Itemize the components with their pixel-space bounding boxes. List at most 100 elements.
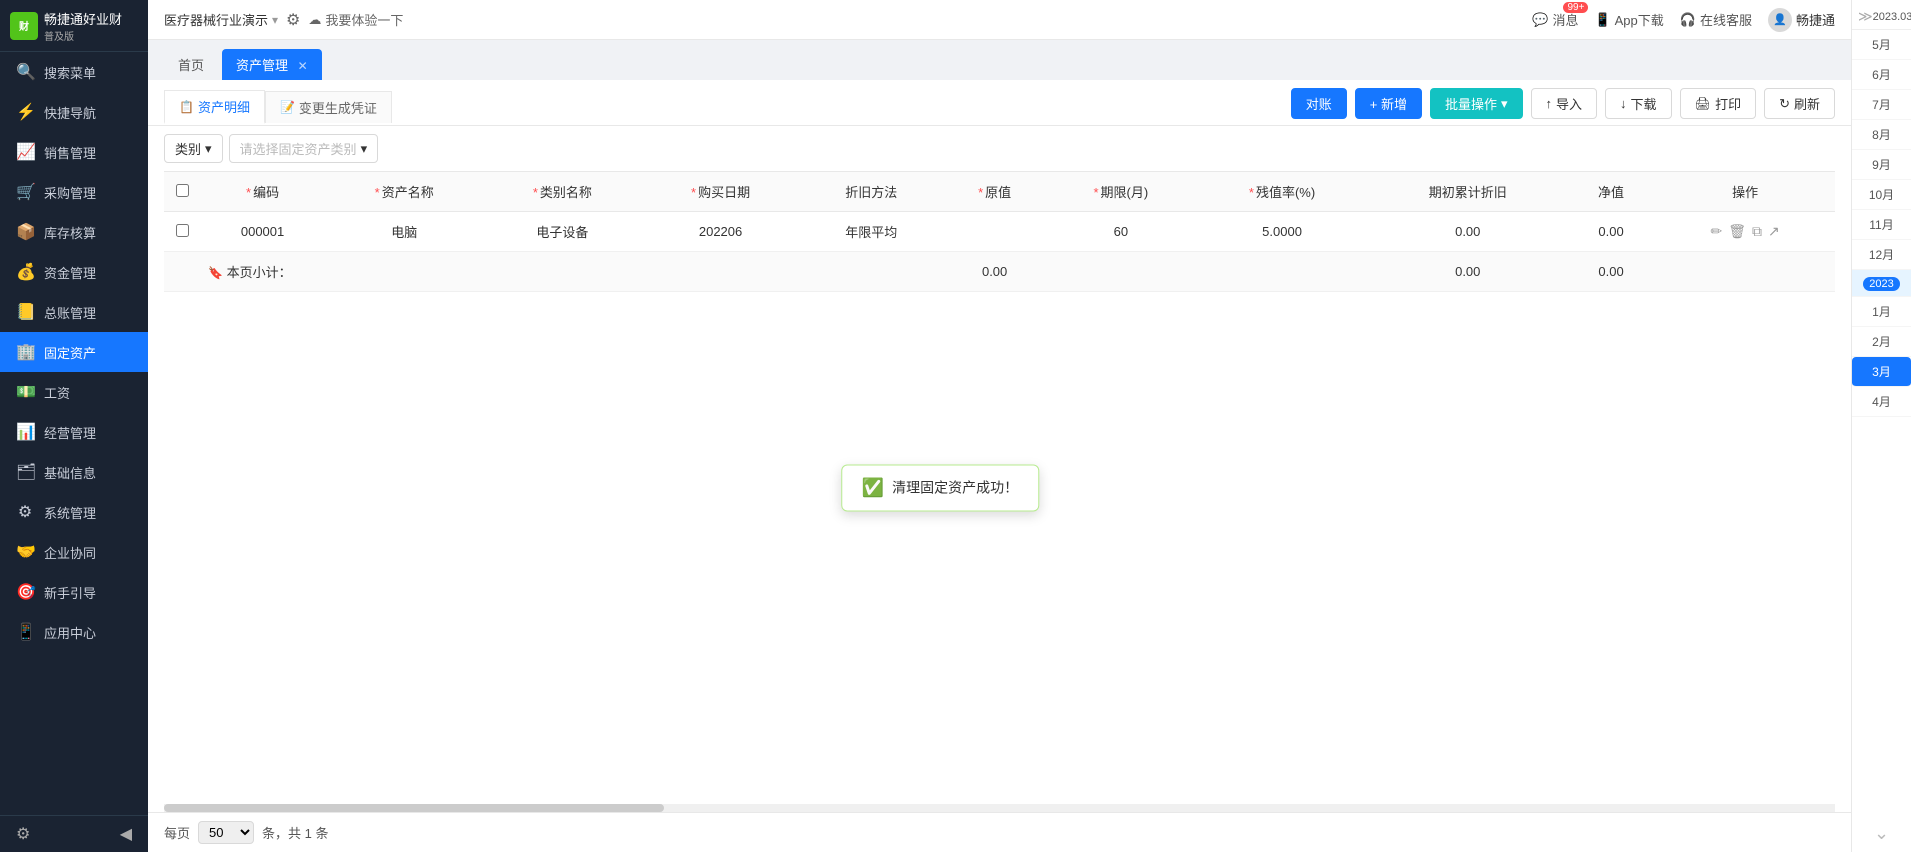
tab-assets[interactable]: 资产管理 ✕	[222, 49, 322, 80]
sidebar-item-operations[interactable]: 📊 经营管理	[0, 412, 148, 452]
col-dep-method: 折旧方法	[800, 172, 943, 212]
purchase-icon: 🛒	[16, 182, 34, 202]
user-menu[interactable]: 👤 畅捷通	[1768, 8, 1835, 32]
collapse-icon[interactable]: ◀	[120, 824, 132, 844]
delete-icon[interactable]: 🗑	[1728, 223, 1746, 240]
subtotal-row: 🔖 本页小计： 0.00 0.00 0.00	[164, 252, 1835, 292]
app-download-btn[interactable]: 📱 App下载	[1594, 10, 1663, 29]
sidebar-item-sales[interactable]: 📈 销售管理	[0, 132, 148, 172]
customer-service-btn[interactable]: 🎧 在线客服	[1680, 10, 1752, 29]
rp-month-11[interactable]: 11月	[1852, 210, 1911, 240]
rp-month-5[interactable]: 5月	[1852, 30, 1911, 60]
company-dropdown-icon[interactable]: ▾	[272, 13, 278, 27]
sidebar-item-quicknav[interactable]: ⚡ 快捷导航	[0, 92, 148, 132]
batch-btn[interactable]: 批量操作 ▾	[1430, 88, 1523, 119]
sidebar-item-label: 固定资产	[44, 343, 96, 362]
download-icon: ↓	[1620, 96, 1627, 111]
topbar-settings-icon[interactable]: ⚙	[286, 10, 300, 30]
rp-month-3[interactable]: 3月	[1852, 357, 1911, 387]
rp-year-marker[interactable]: 2023	[1852, 270, 1911, 297]
sidebar-item-ledger[interactable]: 📒 总账管理	[0, 292, 148, 332]
col-purchase-date: *购买日期	[641, 172, 799, 212]
cell-initial-accumulated: 0.00	[1369, 212, 1567, 252]
sidebar-nav: 🔍 搜索菜单 ⚡ 快捷导航 📈 销售管理 🛒 采购管理 📦 库存核算 💰 资金管…	[0, 52, 148, 815]
select-all-checkbox[interactable]	[176, 184, 189, 197]
toast-success-icon: ✅	[862, 477, 884, 498]
rp-month-2[interactable]: 2月	[1852, 327, 1911, 357]
sidebar-item-label: 销售管理	[44, 143, 96, 162]
right-panel: ≫ 2023.03 ✕ 5月 6月 7月 8月 9月 10月 11月 12月 2…	[1851, 0, 1911, 852]
rp-month-4[interactable]: 4月	[1852, 387, 1911, 417]
subtotal-original: 0.00	[943, 252, 1046, 292]
company-name[interactable]: 医疗器械行业演示 ▾	[164, 10, 278, 29]
category-filter: 类别 ▾ 请选择固定资产类别 ▾	[164, 134, 378, 163]
cell-actions: ✏ 🗑 ⧉ ↗	[1655, 212, 1835, 252]
rp-month-10[interactable]: 10月	[1852, 180, 1911, 210]
refresh-icon: ↻	[1779, 96, 1790, 112]
topbar-right: 💬 消息 99+ 📱 App下载 🎧 在线客服 👤 畅捷通	[1532, 8, 1835, 32]
rp-scroll-down-icon[interactable]: ⌄	[1852, 815, 1911, 852]
sidebar-item-assets[interactable]: 🏢 固定资产	[0, 332, 148, 372]
row-checkbox[interactable]	[176, 224, 189, 237]
message-badge: 99+	[1563, 2, 1588, 13]
topbar-left: 医疗器械行业演示 ▾ ⚙ ☁ 我要体验一下	[164, 10, 403, 30]
rp-month-9[interactable]: 9月	[1852, 150, 1911, 180]
new-btn[interactable]: + 新增	[1355, 88, 1422, 119]
scrollbar-thumb[interactable]	[164, 804, 664, 812]
sidebar-item-apps[interactable]: 📱 应用中心	[0, 612, 148, 652]
sidebar-item-guide[interactable]: 🎯 新手引导	[0, 572, 148, 612]
per-page-label: 每页	[164, 823, 190, 842]
col-residual-rate: *残值率(%)	[1195, 172, 1368, 212]
import-btn[interactable]: ↑ 导入	[1531, 88, 1598, 119]
doc-icon: 📝	[280, 100, 295, 114]
download-btn[interactable]: ↓ 下载	[1605, 88, 1672, 119]
sidebar-item-label: 资金管理	[44, 263, 96, 282]
rp-month-1[interactable]: 1月	[1852, 297, 1911, 327]
category-select[interactable]: 类别 ▾	[164, 134, 223, 163]
message-btn[interactable]: 💬 消息 99+	[1532, 10, 1578, 29]
subtab-change-voucher[interactable]: 📝 变更生成凭证	[265, 91, 392, 123]
col-name: *资产名称	[325, 172, 483, 212]
tab-close-icon[interactable]: ✕	[298, 59, 308, 73]
refresh-btn[interactable]: ↻ 刷新	[1764, 88, 1835, 119]
logo-sub: 普及版	[44, 28, 122, 43]
print-btn[interactable]: 🖨 打印	[1680, 88, 1757, 119]
sidebar-item-capital[interactable]: 💰 资金管理	[0, 252, 148, 292]
copy-icon[interactable]: ⧉	[1752, 223, 1762, 240]
cell-period: 60	[1046, 212, 1195, 252]
search-icon: 🔍	[16, 62, 34, 82]
rp-month-8[interactable]: 8月	[1852, 120, 1911, 150]
rp-month-12[interactable]: 12月	[1852, 240, 1911, 270]
logo-text: 畅捷通好业财	[44, 9, 122, 28]
table-footer: 每页 50 10 20 100 条，共 1 条	[148, 812, 1851, 852]
sidebar-item-purchase[interactable]: 🛒 采购管理	[0, 172, 148, 212]
rp-month-7[interactable]: 7月	[1852, 90, 1911, 120]
guide-icon: 🎯	[16, 582, 34, 602]
table-wrap: *编码 *资产名称 *类别名称 *购买日期 折旧方法 *原值 *期限(月) *残…	[148, 171, 1851, 804]
horizontal-scrollbar[interactable]	[164, 804, 1835, 812]
account-btn[interactable]: 对账	[1291, 88, 1347, 119]
subtotal-initial: 0.00	[1369, 252, 1567, 292]
action-buttons: ✏ 🗑 ⧉ ↗	[1663, 223, 1827, 240]
chevron-down-icon-2: ▾	[361, 141, 368, 157]
experience-btn[interactable]: ☁ 我要体验一下	[308, 10, 403, 29]
settings-icon[interactable]: ⚙	[16, 824, 30, 844]
rp-month-6[interactable]: 6月	[1852, 60, 1911, 90]
subtab-assets-detail[interactable]: 📋 资产明细	[164, 90, 265, 124]
system-icon: ⚙	[16, 502, 34, 522]
per-page-select[interactable]: 50 10 20 100	[198, 821, 254, 844]
category-value-select[interactable]: 请选择固定资产类别 ▾	[229, 134, 379, 163]
sidebar-item-search[interactable]: 🔍 搜索菜单	[0, 52, 148, 92]
tab-home[interactable]: 首页	[164, 49, 218, 80]
payroll-icon: 💵	[16, 382, 34, 402]
sidebar-item-basic[interactable]: 🗂 基础信息	[0, 452, 148, 492]
sidebar-item-enterprise[interactable]: 🤝 企业协同	[0, 532, 148, 572]
sidebar-item-payroll[interactable]: 💵 工资	[0, 372, 148, 412]
print-icon: 🖨	[1695, 96, 1712, 112]
logo-icon: 财	[10, 12, 38, 40]
sidebar-item-inventory[interactable]: 📦 库存核算	[0, 212, 148, 252]
more-icon[interactable]: ↗	[1768, 223, 1780, 240]
edit-icon[interactable]: ✏	[1711, 223, 1723, 240]
rp-expand-icon[interactable]: ≫	[1858, 8, 1873, 25]
sidebar-item-system[interactable]: ⚙ 系统管理	[0, 492, 148, 532]
